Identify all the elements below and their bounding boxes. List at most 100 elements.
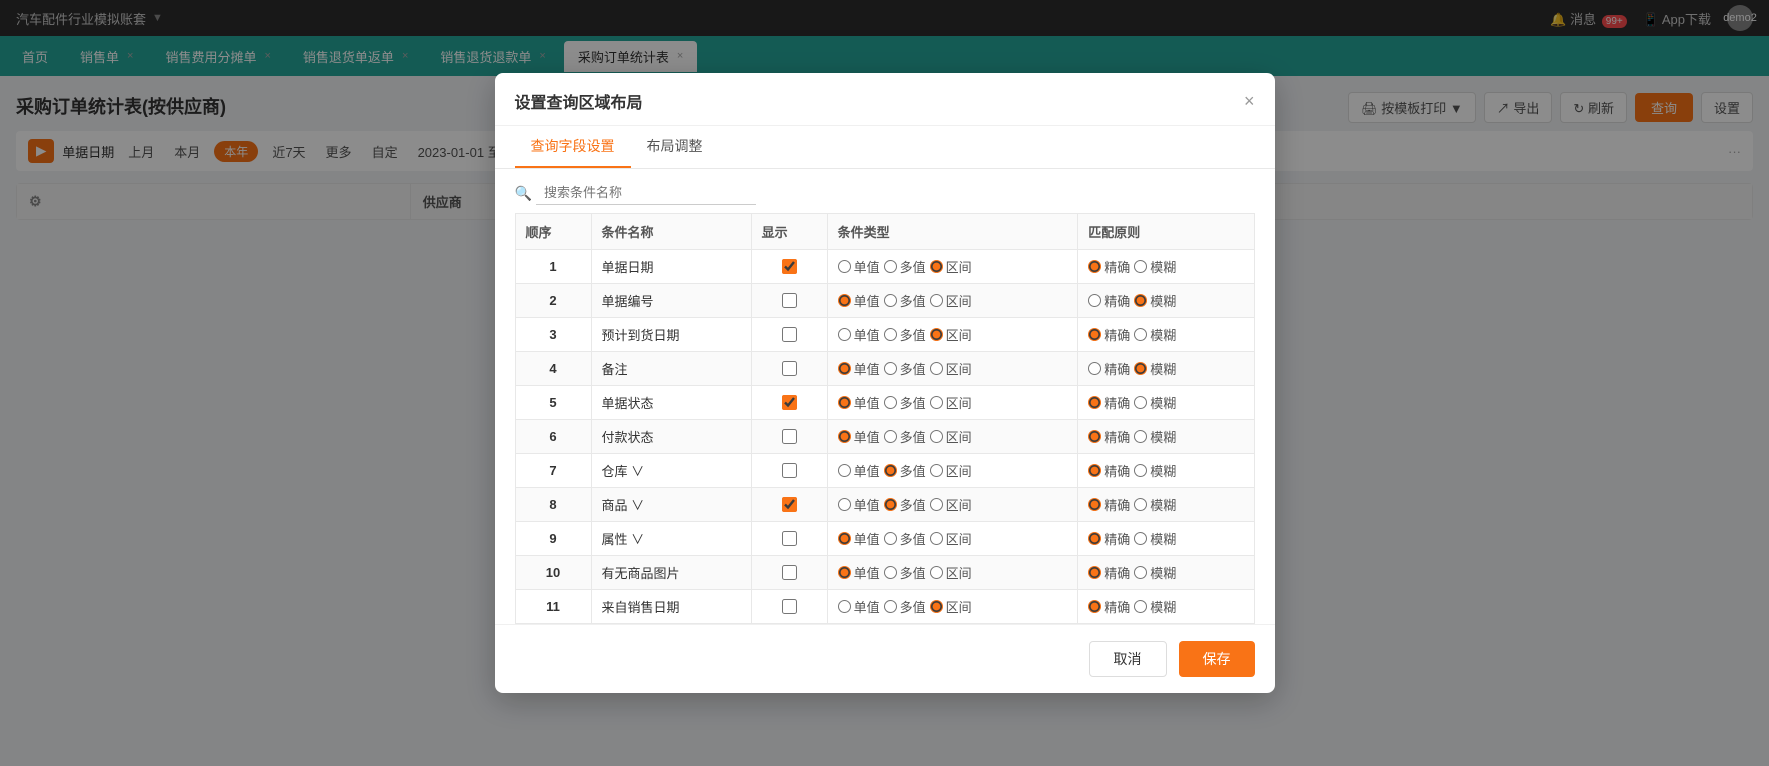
type-radio-range[interactable]: 区间 [930, 359, 972, 378]
type-radio-multi[interactable]: 多值 [884, 529, 926, 548]
match-radio-exact[interactable]: 精确 [1088, 529, 1130, 548]
type-radio-range[interactable]: 区间 [930, 495, 972, 514]
cell-name: 付款状态 [591, 420, 751, 454]
display-checkbox[interactable] [782, 259, 797, 274]
display-checkbox[interactable] [782, 531, 797, 546]
match-radio-exact[interactable]: 精确 [1088, 393, 1130, 412]
cell-type: 单值 多值 区间 [827, 250, 1078, 284]
match-radio-fuzzy[interactable]: 模糊 [1134, 291, 1176, 310]
tab-layout[interactable]: 布局调整 [631, 126, 719, 168]
table-row: 11 来自销售日期 单值 多值 区间 [515, 590, 1254, 624]
display-checkbox[interactable] [782, 293, 797, 308]
type-radio-range[interactable]: 区间 [930, 257, 972, 276]
cell-display[interactable] [751, 386, 827, 420]
match-radio-exact[interactable]: 精确 [1088, 597, 1130, 616]
save-button[interactable]: 保存 [1179, 641, 1255, 677]
type-radio-single[interactable]: 单值 [838, 291, 880, 310]
cell-name[interactable]: 属性 ∨ [591, 522, 751, 556]
th-display: 显示 [751, 214, 827, 250]
type-radio-single[interactable]: 单值 [838, 461, 880, 480]
match-radio-exact[interactable]: 精确 [1088, 461, 1130, 480]
cell-display[interactable] [751, 556, 827, 590]
match-radio-fuzzy[interactable]: 模糊 [1134, 563, 1176, 582]
cell-name: 有无商品图片 [591, 556, 751, 590]
cell-name[interactable]: 商品 ∨ [591, 488, 751, 522]
cell-display[interactable] [751, 250, 827, 284]
display-checkbox[interactable] [782, 395, 797, 410]
match-radio-exact[interactable]: 精确 [1088, 359, 1130, 378]
match-radio-fuzzy[interactable]: 模糊 [1134, 359, 1176, 378]
modal-close-button[interactable]: × [1244, 91, 1255, 112]
display-checkbox[interactable] [782, 565, 797, 580]
match-radio-fuzzy[interactable]: 模糊 [1134, 529, 1176, 548]
cell-display[interactable] [751, 352, 827, 386]
display-checkbox[interactable] [782, 361, 797, 376]
type-radio-single[interactable]: 单值 [838, 427, 880, 446]
cell-order: 3 [515, 318, 591, 352]
match-radio-fuzzy[interactable]: 模糊 [1134, 495, 1176, 514]
type-radio-multi[interactable]: 多值 [884, 291, 926, 310]
type-radio-single[interactable]: 单值 [838, 325, 880, 344]
type-radio-range[interactable]: 区间 [930, 597, 972, 616]
match-radio-fuzzy[interactable]: 模糊 [1134, 427, 1176, 446]
display-checkbox[interactable] [782, 599, 797, 614]
match-radio-fuzzy[interactable]: 模糊 [1134, 597, 1176, 616]
match-radio-fuzzy[interactable]: 模糊 [1134, 257, 1176, 276]
table-row: 1 单据日期 单值 多值 区间 [515, 250, 1254, 284]
type-radio-multi[interactable]: 多值 [884, 393, 926, 412]
display-checkbox[interactable] [782, 327, 797, 342]
type-radio-single[interactable]: 单值 [838, 495, 880, 514]
display-checkbox[interactable] [782, 429, 797, 444]
cell-display[interactable] [751, 522, 827, 556]
type-radio-range[interactable]: 区间 [930, 325, 972, 344]
modal-search-input[interactable] [536, 181, 756, 205]
match-radio-fuzzy[interactable]: 模糊 [1134, 325, 1176, 344]
tab-query-fields[interactable]: 查询字段设置 [515, 126, 631, 168]
type-radio-multi[interactable]: 多值 [884, 461, 926, 480]
cell-display[interactable] [751, 420, 827, 454]
type-radio-single[interactable]: 单值 [838, 393, 880, 412]
cell-display[interactable] [751, 488, 827, 522]
match-radio-exact[interactable]: 精确 [1088, 427, 1130, 446]
match-radio-fuzzy[interactable]: 模糊 [1134, 393, 1176, 412]
cell-display[interactable] [751, 284, 827, 318]
type-radio-multi[interactable]: 多值 [884, 325, 926, 344]
type-radio-multi[interactable]: 多值 [884, 359, 926, 378]
cell-type: 单值 多值 区间 [827, 420, 1078, 454]
type-radio-single[interactable]: 单值 [838, 529, 880, 548]
type-radio-range[interactable]: 区间 [930, 291, 972, 310]
type-radio-multi[interactable]: 多值 [884, 257, 926, 276]
cell-display[interactable] [751, 318, 827, 352]
cell-display[interactable] [751, 590, 827, 624]
display-checkbox[interactable] [782, 463, 797, 478]
type-radio-multi[interactable]: 多值 [884, 495, 926, 514]
type-radio-range[interactable]: 区间 [930, 461, 972, 480]
type-radio-single[interactable]: 单值 [838, 597, 880, 616]
cell-name: 备注 [591, 352, 751, 386]
match-radio-fuzzy[interactable]: 模糊 [1134, 461, 1176, 480]
cell-type: 单值 多值 区间 [827, 352, 1078, 386]
match-radio-exact[interactable]: 精确 [1088, 325, 1130, 344]
cell-match: 精确 模糊 [1078, 420, 1254, 454]
display-checkbox[interactable] [782, 497, 797, 512]
type-radio-single[interactable]: 单值 [838, 563, 880, 582]
table-row: 9 属性 ∨ 单值 多值 区间 [515, 522, 1254, 556]
cell-name: 单据状态 [591, 386, 751, 420]
type-radio-single[interactable]: 单值 [838, 257, 880, 276]
cancel-button[interactable]: 取消 [1089, 641, 1167, 677]
type-radio-range[interactable]: 区间 [930, 393, 972, 412]
match-radio-exact[interactable]: 精确 [1088, 291, 1130, 310]
type-radio-range[interactable]: 区间 [930, 529, 972, 548]
type-radio-multi[interactable]: 多值 [884, 427, 926, 446]
match-radio-exact[interactable]: 精确 [1088, 495, 1130, 514]
match-radio-exact[interactable]: 精确 [1088, 563, 1130, 582]
type-radio-single[interactable]: 单值 [838, 359, 880, 378]
type-radio-multi[interactable]: 多值 [884, 563, 926, 582]
type-radio-range[interactable]: 区间 [930, 427, 972, 446]
cell-display[interactable] [751, 454, 827, 488]
match-radio-exact[interactable]: 精确 [1088, 257, 1130, 276]
type-radio-multi[interactable]: 多值 [884, 597, 926, 616]
cell-match: 精确 模糊 [1078, 352, 1254, 386]
cell-name[interactable]: 仓库 ∨ [591, 454, 751, 488]
type-radio-range[interactable]: 区间 [930, 563, 972, 582]
